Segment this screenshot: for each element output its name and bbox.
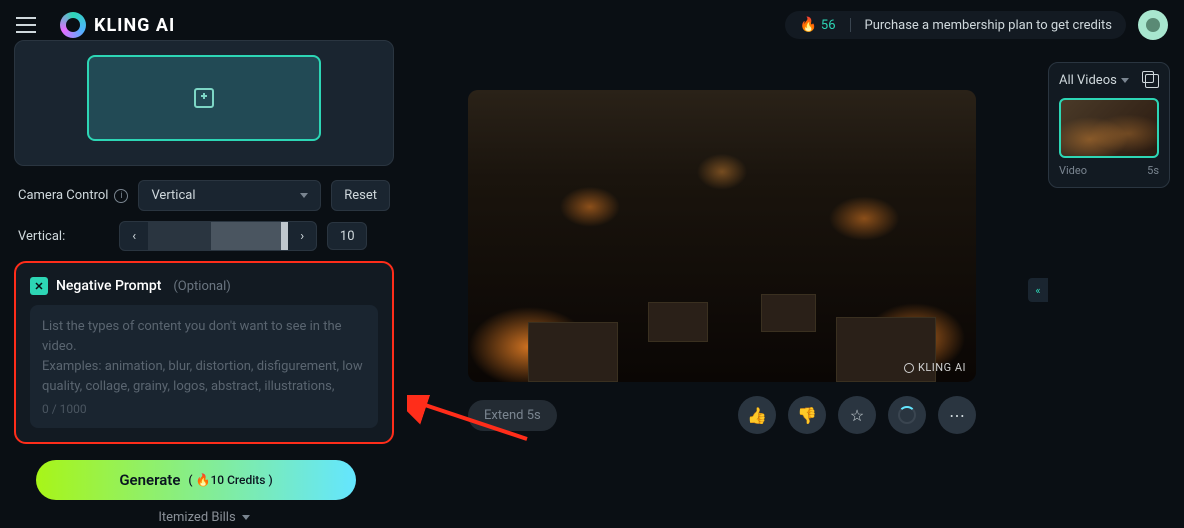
loading-button[interactable] xyxy=(888,396,926,434)
negative-prompt-optional: (Optional) xyxy=(173,279,230,294)
collapse-panel-button[interactable]: « xyxy=(1028,278,1048,302)
videos-dropdown[interactable]: All Videos xyxy=(1059,73,1129,88)
copy-icon[interactable] xyxy=(1145,74,1159,88)
slider-track[interactable] xyxy=(148,222,288,250)
negative-prompt-title: Negative Prompt xyxy=(56,278,161,294)
negative-prompt-icon: ✕ xyxy=(30,277,48,295)
reset-button[interactable]: Reset xyxy=(331,180,390,211)
chevron-down-icon xyxy=(1121,78,1129,83)
video-watermark: KLING AI xyxy=(904,361,966,374)
generate-credits: ( 🔥10 Credits ) xyxy=(188,473,272,487)
videos-panel: All Videos Video 5s xyxy=(1048,62,1170,188)
menu-icon[interactable] xyxy=(16,17,36,33)
slider-label: Vertical: xyxy=(18,229,65,244)
thumb-type: Video xyxy=(1059,164,1087,177)
image-upload-dropzone[interactable] xyxy=(87,55,321,141)
vertical-slider[interactable]: ‹ › xyxy=(119,221,317,251)
video-preview[interactable]: KLING AI xyxy=(468,90,976,382)
chevron-left-icon: « xyxy=(1035,284,1040,297)
itemized-bills[interactable]: Itemized Bills xyxy=(14,510,394,525)
camera-select-value: Vertical xyxy=(151,188,195,203)
flame-icon: 🔥 xyxy=(799,17,816,33)
extend-button[interactable]: Extend 5s xyxy=(468,400,557,431)
thumbs-down-button[interactable]: 👎 xyxy=(788,396,826,434)
slider-next-button[interactable]: › xyxy=(288,222,316,250)
logo-icon xyxy=(60,12,86,38)
slider-value: 10 xyxy=(327,222,367,250)
thumbs-up-button[interactable]: 👍 xyxy=(738,396,776,434)
negative-prompt-counter: 0 / 1000 xyxy=(42,402,366,416)
camera-label: Camera Control xyxy=(18,188,108,203)
more-button[interactable]: ⋯ xyxy=(938,396,976,434)
generate-button[interactable]: Generate ( 🔥10 Credits ) xyxy=(36,460,356,500)
logo-text: KLING AI xyxy=(94,15,175,36)
info-icon[interactable]: i xyxy=(114,189,128,203)
upload-icon xyxy=(194,88,214,108)
favorite-button[interactable]: ☆ xyxy=(838,396,876,434)
credits-badge[interactable]: 🔥 56 xyxy=(799,17,835,33)
negative-prompt-placeholder: List the types of content you don't want… xyxy=(42,317,366,398)
slider-prev-button[interactable]: ‹ xyxy=(120,222,148,250)
video-thumbnail[interactable] xyxy=(1059,98,1159,158)
divider xyxy=(850,18,851,32)
generate-label: Generate xyxy=(119,471,180,489)
credits-value: 56 xyxy=(821,18,836,33)
chevron-down-icon xyxy=(242,515,250,520)
chevron-down-icon xyxy=(300,193,308,198)
image-upload-section xyxy=(14,40,394,166)
negative-prompt-section: ✕ Negative Prompt (Optional) List the ty… xyxy=(14,261,394,444)
logo[interactable]: KLING AI xyxy=(60,12,175,38)
camera-select[interactable]: Vertical xyxy=(138,180,321,211)
negative-prompt-textarea[interactable]: List the types of content you don't want… xyxy=(30,305,378,428)
purchase-link[interactable]: Purchase a membership plan to get credit… xyxy=(865,18,1112,33)
thumb-duration: 5s xyxy=(1147,164,1159,177)
spinner-icon xyxy=(898,406,916,424)
avatar[interactable] xyxy=(1138,10,1168,40)
